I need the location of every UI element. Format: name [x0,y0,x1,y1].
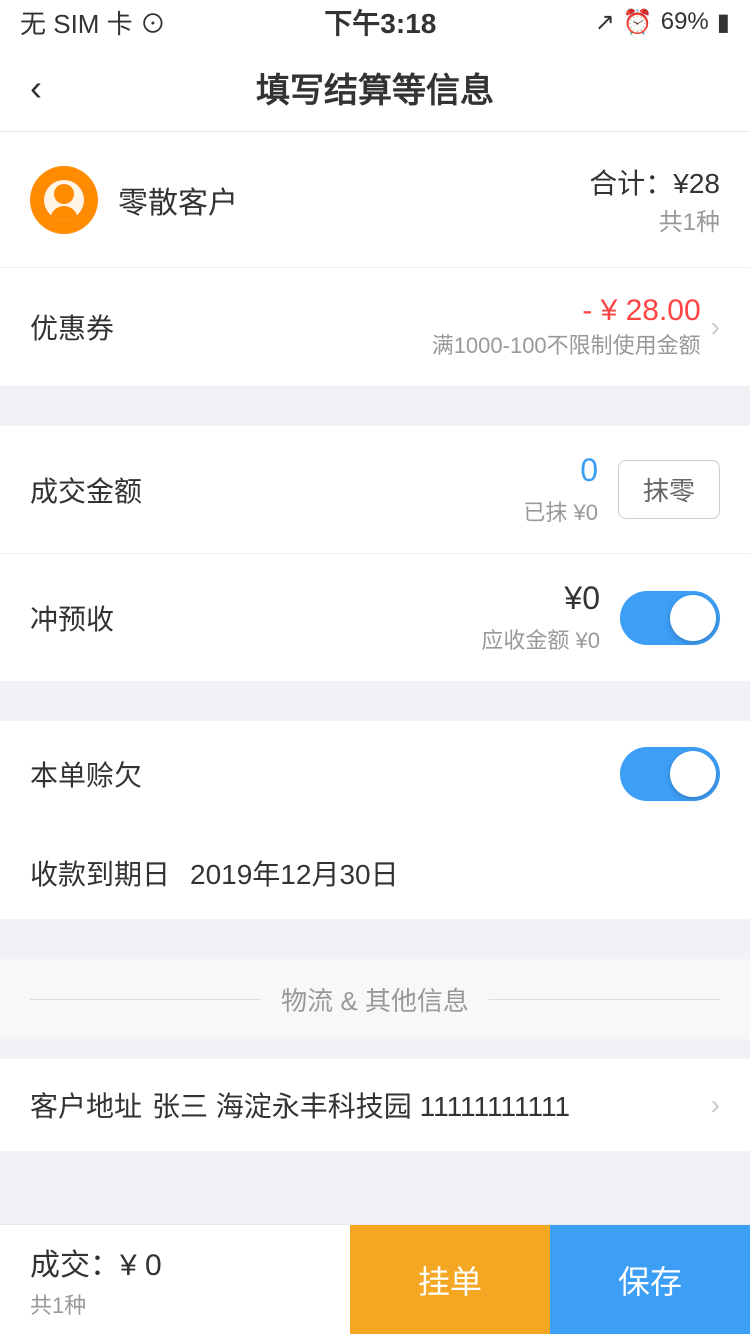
hold-button[interactable]: 挂单 [350,1225,550,1334]
address-chevron-icon: › [711,1089,720,1121]
coupon-description: 满1000-100不限制使用金额 [432,328,701,360]
bottom-count: 共1种 [30,1288,320,1320]
status-bar: 无 SIM 卡 ⊙ 下午3:18 ↗ ⏰ 69% ▮ [0,0,750,44]
customer-left: 零散客户 [30,166,238,234]
page-title: 填写结算等信息 [256,63,494,112]
coupon-chevron-icon: › [711,311,720,343]
debit-label: 本单赊欠 [30,754,142,794]
prepayment-right: ¥0 应收金额 ¥0 [481,580,720,655]
round-zero-button[interactable]: 抹零 [618,460,720,519]
debit-toggle-slider [620,747,720,801]
coupon-right: - ¥ 28.00 满1000-100不限制使用金额 [432,294,701,360]
logistics-title: 物流 & 其他信息 [261,981,489,1018]
bottom-deal-label: 成交： [30,1249,120,1282]
status-right: ↗ ⏰ 69% ▮ [595,8,730,37]
deal-amount-right: 0 已抹 ¥0 抹零 [523,452,720,527]
customer-total: 合计：¥28 共1种 [589,162,720,237]
prepayment-sub: 应收金额 ¥0 [481,623,600,655]
address-section: 客户地址 张三 海淀永丰科技园 11111111111 › [0,1059,750,1151]
battery-icon: ▮ [717,8,730,37]
customer-name: 零散客户 [118,178,238,222]
bottom-deal-row: 成交：¥ 0 [30,1240,320,1284]
debit-row: 本单赊欠 [0,721,750,827]
customer-section: 零散客户 合计：¥28 共1种 优惠券 - ¥ 28.00 满1000-100不… [0,132,750,386]
avatar-body [50,206,78,220]
address-label: 客户地址 [30,1085,142,1125]
prepayment-amounts: ¥0 应收金额 ¥0 [481,580,600,655]
divider-3 [0,939,750,959]
bottom-summary: 成交：¥ 0 共1种 [0,1240,350,1320]
main-content: 零散客户 合计：¥28 共1种 优惠券 - ¥ 28.00 满1000-100不… [0,132,750,1291]
avatar [30,166,98,234]
prepayment-toggle[interactable] [620,591,720,645]
coupon-row[interactable]: 优惠券 - ¥ 28.00 满1000-100不限制使用金额 › [0,267,750,386]
avatar-icon [44,180,84,220]
address-value: 张三 海淀永丰科技园 11111111111 [152,1085,701,1125]
prepayment-amount: ¥0 [481,580,600,617]
back-button[interactable]: ‹ [30,67,42,109]
due-date-label: 收款到期日 [30,853,170,893]
deal-amount-row: 成交金额 0 已抹 ¥0 抹零 [0,426,750,554]
location-icon: ↗ [595,8,615,37]
alarm-icon: ⏰ [623,8,653,37]
total-count: 共1种 [589,202,720,237]
debit-toggle[interactable] [620,747,720,801]
total-amount: 合计：¥28 [589,162,720,202]
deal-amount-section: 成交金额 0 已抹 ¥0 抹零 冲预收 ¥0 应收金额 ¥0 [0,426,750,681]
deal-amount-sub: 已抹 ¥0 [523,495,598,527]
battery-label: 69% [661,8,709,36]
status-left: 无 SIM 卡 ⊙ [20,4,166,41]
coupon-right-wrap: - ¥ 28.00 满1000-100不限制使用金额 › [432,294,720,360]
logistics-section-header: 物流 & 其他信息 [0,959,750,1039]
bottom-deal-amount: ¥ 0 [120,1249,162,1282]
due-date-row: 收款到期日 2019年12月30日 [0,827,750,919]
coupon-discount: - ¥ 28.00 [432,294,701,328]
bottom-bar: 成交：¥ 0 共1种 挂单 保存 [0,1224,750,1334]
customer-row: 零散客户 合计：¥28 共1种 [0,132,750,267]
divider-4 [0,1039,750,1059]
debit-section: 本单赊欠 收款到期日 2019年12月30日 [0,721,750,919]
deal-amount-value: 0 [580,452,598,488]
nav-bar: ‹ 填写结算等信息 [0,44,750,132]
prepayment-label: 冲预收 [30,598,114,638]
prepayment-row: 冲预收 ¥0 应收金额 ¥0 [0,554,750,681]
deal-amount-label: 成交金额 [30,470,142,510]
save-button[interactable]: 保存 [550,1225,750,1334]
avatar-head [54,184,74,204]
address-row[interactable]: 客户地址 张三 海淀永丰科技园 11111111111 › [0,1059,750,1151]
prepayment-toggle-slider [620,591,720,645]
sim-wifi-label: 无 SIM 卡 ⊙ [20,4,166,41]
divider-1 [0,406,750,426]
divider-2 [0,701,750,721]
due-date-value: 2019年12月30日 [190,853,399,893]
status-time: 下午3:18 [324,2,436,42]
coupon-label: 优惠券 [30,307,114,347]
